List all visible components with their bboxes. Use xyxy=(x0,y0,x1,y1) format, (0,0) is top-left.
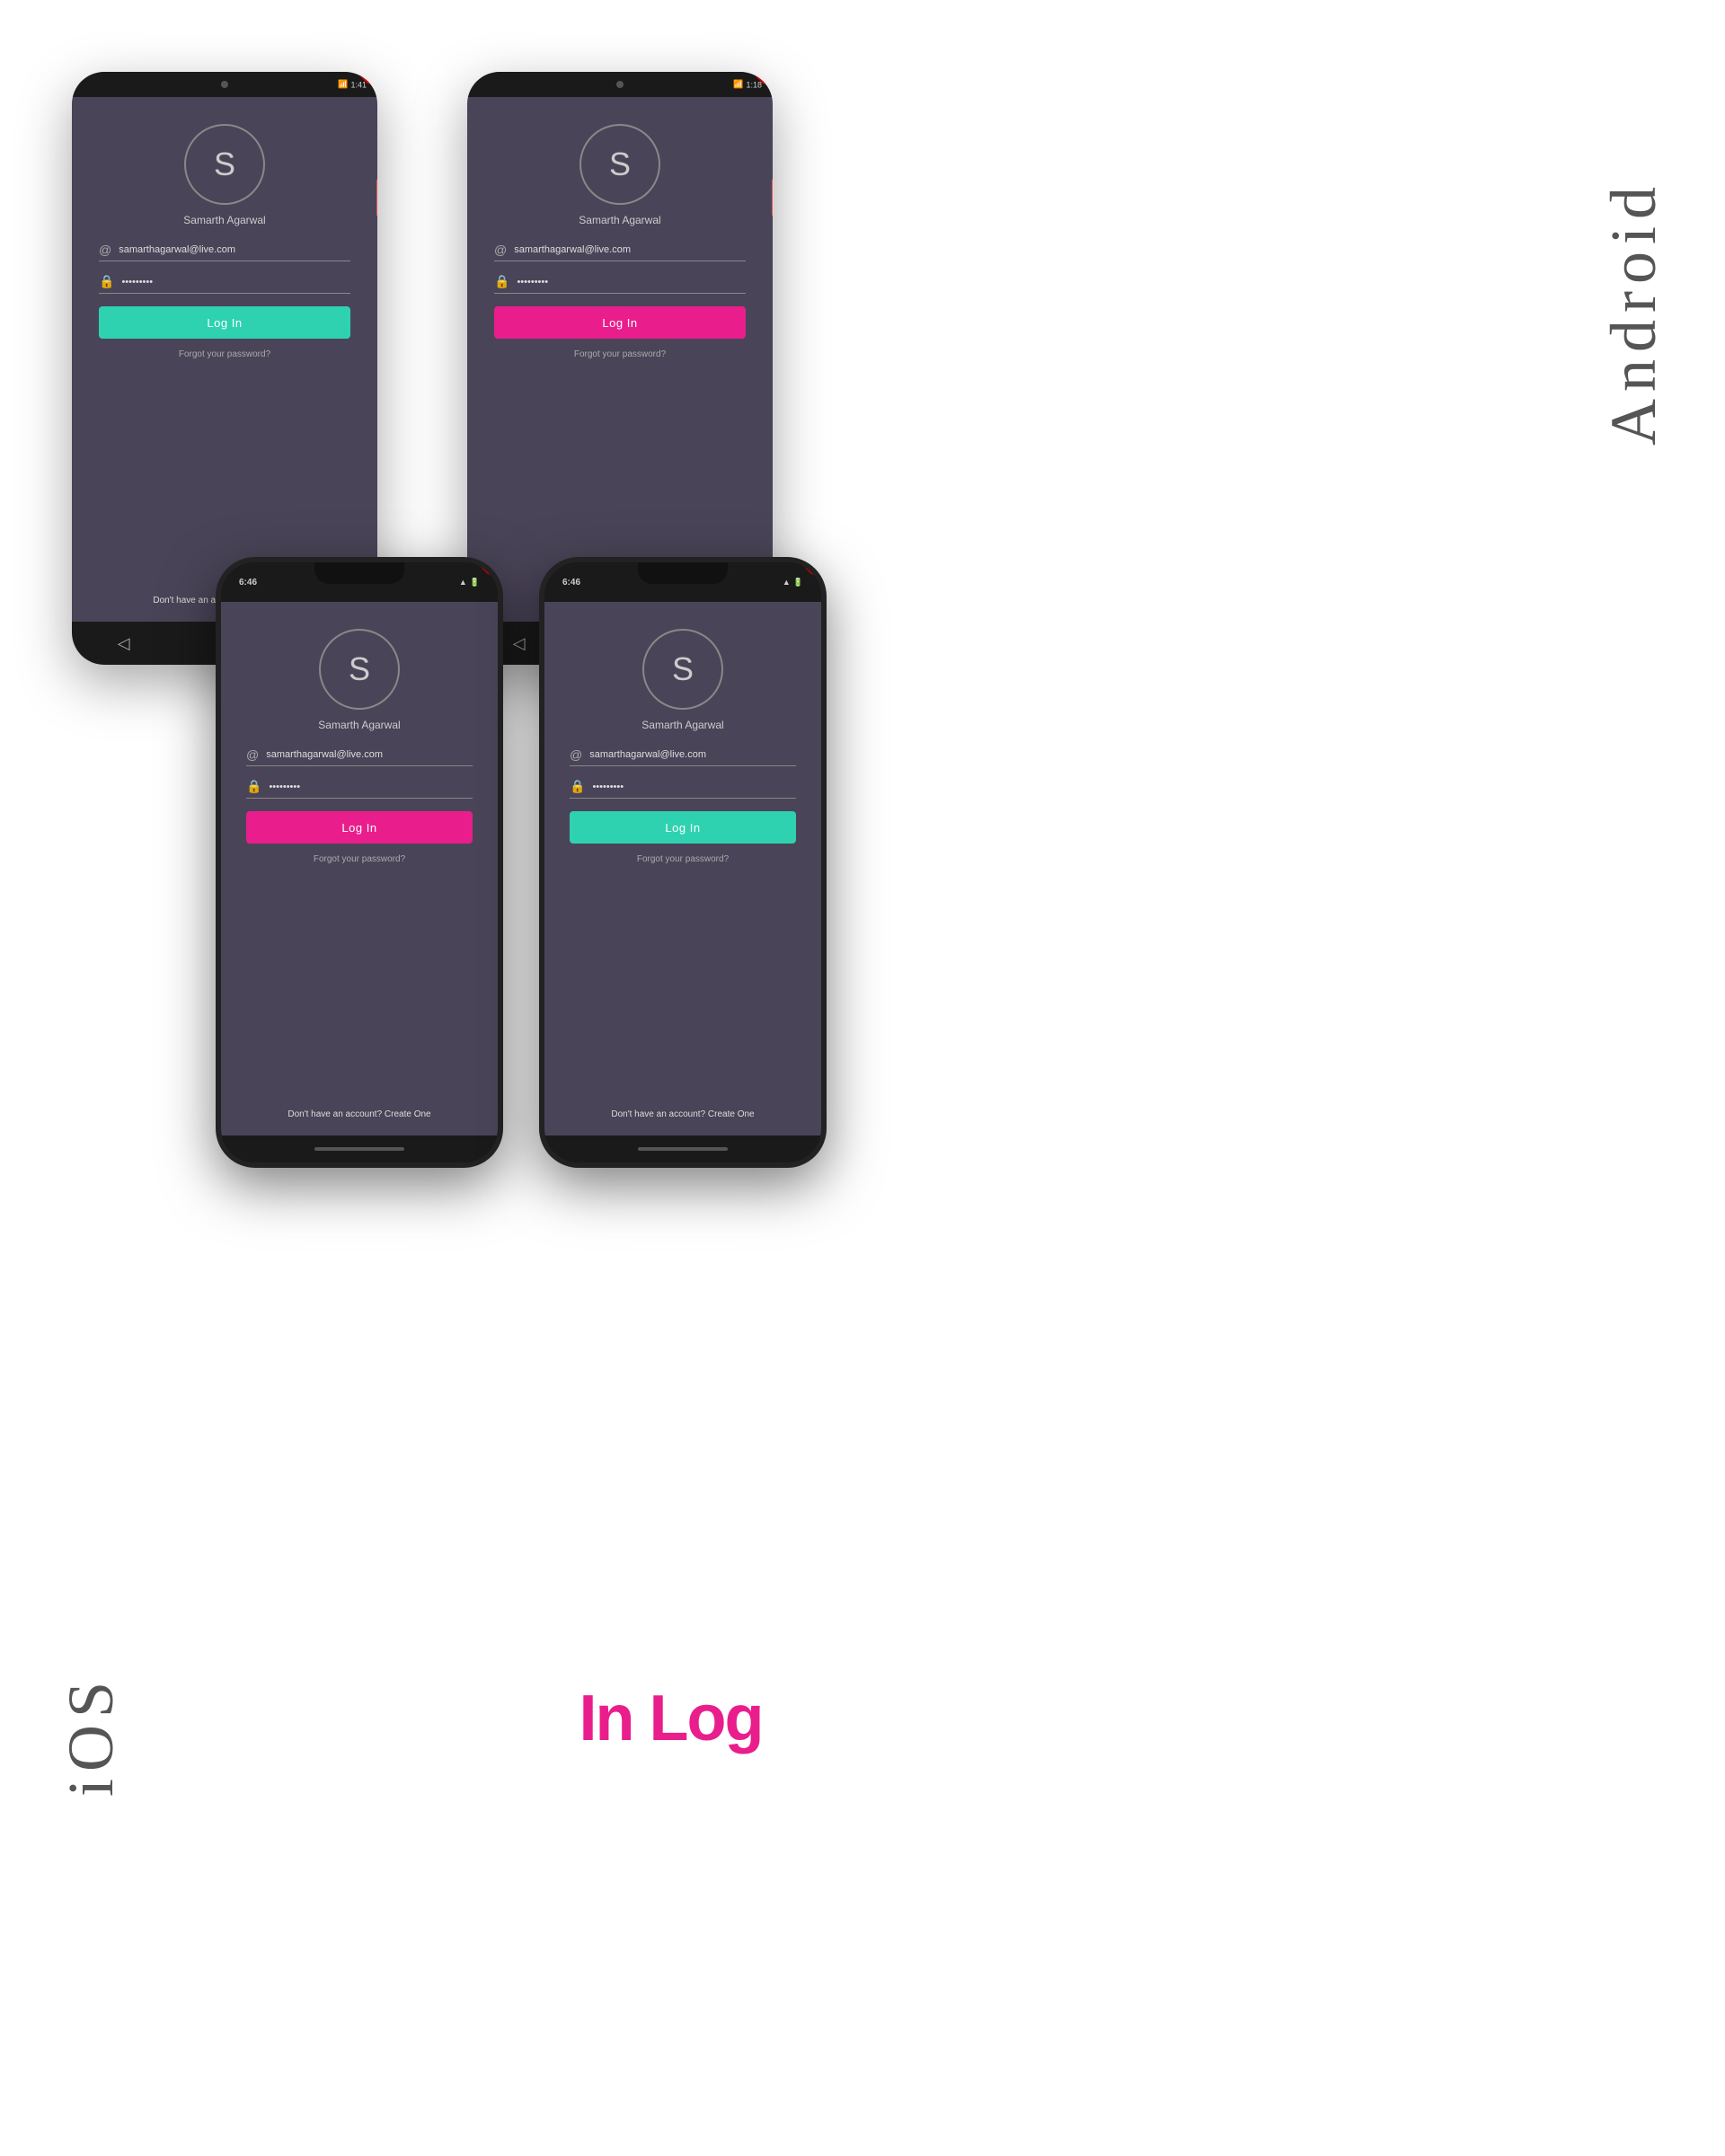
password-input-row-2: 🔒 ••••••••• xyxy=(494,274,746,294)
ios-password-row-2: 🔒 ••••••••• xyxy=(570,779,796,799)
ios-password-value-2: ••••••••• xyxy=(592,782,624,792)
ios-screen-1: S Samarth Agarwal @ samarthagarwal@live.… xyxy=(221,602,498,1135)
ios-login-button-1[interactable]: Log In xyxy=(246,811,473,844)
ios-email-value-2: samarthagarwal@live.com xyxy=(589,749,706,760)
lock-icon: 🔒 xyxy=(99,274,114,289)
ios-avatar-circle-2: S xyxy=(642,629,723,710)
power-button-2 xyxy=(772,180,773,216)
email-value: samarthagarwal@live.com xyxy=(119,244,235,255)
email-input-row: @ samarthagarwal@live.com xyxy=(99,243,350,261)
ios-home-bar-1 xyxy=(221,1135,498,1162)
ios-time-2: 6:46 xyxy=(562,578,580,588)
android-screen-1: S Samarth Agarwal @ samarthagarwal@live.… xyxy=(72,97,377,622)
ios-forgot-pw-1[interactable]: Forgot your password? xyxy=(314,854,405,864)
ios-avatar-letter-2: S xyxy=(672,650,694,688)
avatar-circle-2: S xyxy=(579,124,660,205)
ios-email-icon-2: @ xyxy=(570,747,582,762)
ios-notif-badge-1: AUG xyxy=(479,560,495,576)
ios-status-bar-2: 6:46 ▲🔋 AUG xyxy=(544,562,821,602)
ios-screen-2: S Samarth Agarwal @ samarthagarwal@live.… xyxy=(544,602,821,1135)
ios-status-icons-1: ▲🔋 xyxy=(459,578,480,588)
ios-email-icon-1: @ xyxy=(246,747,259,762)
power-button xyxy=(376,180,377,216)
forgot-password-link[interactable]: Forgot your password? xyxy=(179,349,270,359)
ios-user-name-2: Samarth Agarwal xyxy=(641,719,723,731)
ios-email-row-2: @ samarthagarwal@live.com xyxy=(570,747,796,766)
ios-notif-badge-2: AUG xyxy=(802,560,818,576)
ios-password-row-1: 🔒 ••••••••• xyxy=(246,779,473,799)
home-indicator-1 xyxy=(314,1147,404,1151)
email-value-2: samarthagarwal@live.com xyxy=(514,244,631,255)
ios-time-1: 6:46 xyxy=(239,578,257,588)
android-status-bar-2: 📶 1:18 AUG xyxy=(467,72,773,97)
ios-forgot-pw-2[interactable]: Forgot your password? xyxy=(637,854,729,864)
home-indicator-2 xyxy=(638,1147,728,1151)
lock-icon-2: 🔒 xyxy=(494,274,509,289)
ios-phone-2: 6:46 ▲🔋 AUG S Samarth Agarwal @ samartha… xyxy=(539,557,827,1168)
ios-avatar-letter-1: S xyxy=(349,650,370,688)
in-log-heading: In Log xyxy=(492,1683,849,1754)
ios-status-icons-2: ▲🔋 xyxy=(783,578,803,588)
ios-status-bar-1: 6:46 ▲🔋 AUG xyxy=(221,562,498,602)
ios-phone-1: 6:46 ▲🔋 AUG S Samarth Agarwal @ samartha… xyxy=(216,557,503,1168)
notch-2 xyxy=(638,562,728,584)
ios-email-row-1: @ samarthagarwal@live.com xyxy=(246,747,473,766)
password-value: ••••••••• xyxy=(121,277,153,287)
ios-password-value-1: ••••••••• xyxy=(269,782,300,792)
avatar-letter: S xyxy=(214,146,235,183)
email-icon: @ xyxy=(99,243,111,257)
ios-lock-icon-1: 🔒 xyxy=(246,779,261,794)
ios-login-button-2[interactable]: Log In xyxy=(570,811,796,844)
ios-user-name-1: Samarth Agarwal xyxy=(318,719,400,731)
android-status-bar: 📶 1:41 AUG xyxy=(72,72,377,97)
notch xyxy=(314,562,404,584)
ios-home-bar-2 xyxy=(544,1135,821,1162)
camera-dot-2 xyxy=(616,81,624,88)
user-name-2: Samarth Agarwal xyxy=(579,214,660,226)
avatar-circle: S xyxy=(184,124,265,205)
status-time-2: 📶 1:18 xyxy=(733,80,762,90)
avatar-letter-2: S xyxy=(609,146,631,183)
login-button[interactable]: Log In xyxy=(99,306,350,339)
password-input-row: 🔒 ••••••••• xyxy=(99,274,350,294)
login-button-2[interactable]: Log In xyxy=(494,306,746,339)
ios-create-account-1[interactable]: Don't have an account? Create One xyxy=(288,1109,430,1127)
ios-create-account-2[interactable]: Don't have an account? Create One xyxy=(611,1109,754,1127)
user-name: Samarth Agarwal xyxy=(183,214,265,226)
android-screen-2: S Samarth Agarwal @ samarthagarwal@live.… xyxy=(467,97,773,622)
ios-email-value-1: samarthagarwal@live.com xyxy=(266,749,383,760)
android-label: Android xyxy=(1597,180,1671,446)
password-value-2: ••••••••• xyxy=(517,277,548,287)
forgot-password-link-2[interactable]: Forgot your password? xyxy=(574,349,666,359)
email-icon-2: @ xyxy=(494,243,507,257)
ios-avatar-circle-1: S xyxy=(319,629,400,710)
ios-lock-icon-2: 🔒 xyxy=(570,779,585,794)
camera-dot xyxy=(221,81,228,88)
back-button-2[interactable]: ◁ xyxy=(513,634,526,653)
status-time: 📶 1:41 xyxy=(338,80,367,90)
email-input-row-2: @ samarthagarwal@live.com xyxy=(494,243,746,261)
back-button[interactable]: ◁ xyxy=(118,634,130,653)
ios-label: iOS xyxy=(54,1674,128,1797)
